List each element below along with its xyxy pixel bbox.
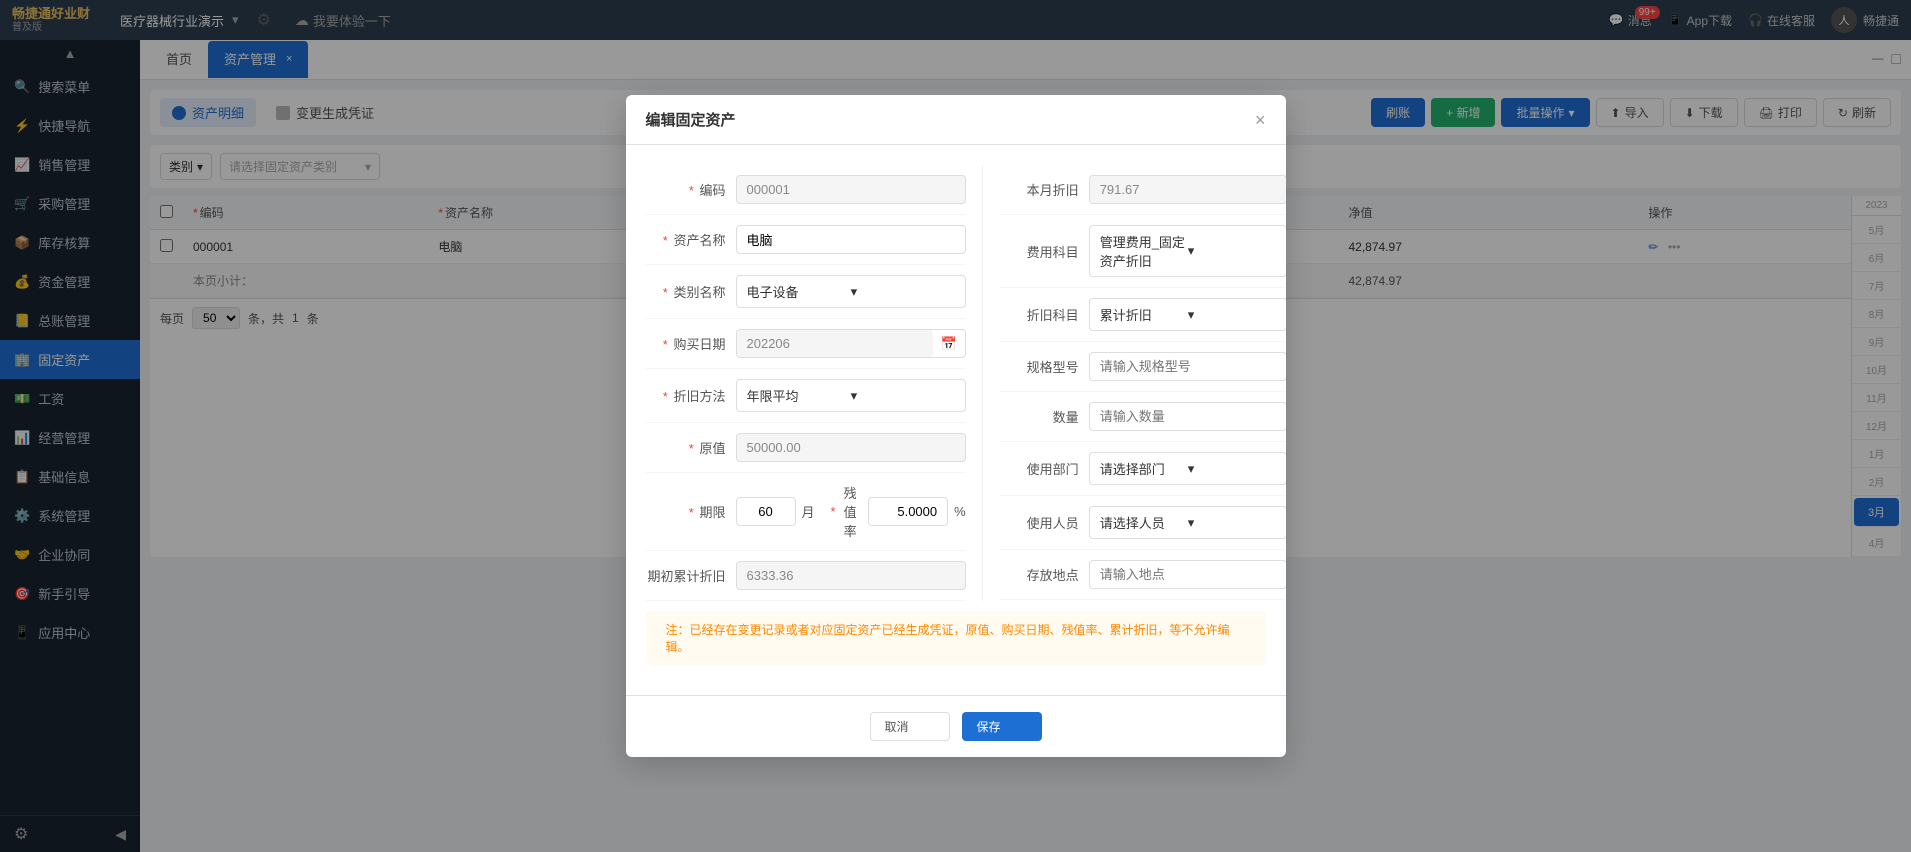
initial-accum-dep-label: 期初累计折旧: [646, 566, 736, 585]
department-label: 使用部门: [999, 459, 1089, 478]
quantity-input[interactable]: [1089, 402, 1286, 431]
asset-name-input[interactable]: [736, 225, 966, 254]
expense-subject-label: 费用科目: [999, 242, 1089, 261]
quantity-label: 数量: [999, 407, 1089, 426]
dep-subject-dropdown-icon: ▾: [1188, 307, 1276, 323]
residual-rate-unit: %: [954, 504, 966, 519]
depreciation-method-label: * 折旧方法: [646, 386, 736, 405]
purchase-date-label: * 购买日期: [646, 334, 736, 353]
initial-accum-dep-input[interactable]: [736, 561, 966, 590]
dep-subject-label: 折旧科目: [999, 305, 1089, 324]
department-select[interactable]: 请选择部门 ▾: [1089, 452, 1286, 485]
category-dropdown-icon: ▾: [851, 284, 955, 300]
expense-subject-dropdown-icon: ▾: [1188, 243, 1276, 259]
form-row-original-value: * 原值: [646, 423, 966, 473]
form-row-location: 存放地点: [999, 550, 1286, 600]
form-row-dep-subject: 折旧科目 累计折旧 ▾: [999, 288, 1286, 342]
form-row-current-dep: 本月折旧: [999, 165, 1286, 215]
period-row: 月 * 残值率 %: [736, 483, 966, 540]
modal-footer: 取消 保存: [626, 695, 1286, 757]
modal-title: 编辑固定资产: [646, 109, 736, 130]
form-row-expense-subject: 费用科目 管理费用_固定资产折旧 ▾: [999, 215, 1286, 288]
form-row-quantity: 数量: [999, 392, 1286, 442]
form-row-asset-name: * 资产名称: [646, 215, 966, 265]
cancel-btn[interactable]: 取消: [870, 712, 950, 741]
form-row-period: * 期限 月 * 残值率 %: [646, 473, 966, 551]
form-row-department: 使用部门 请选择部门 ▾: [999, 442, 1286, 496]
category-select[interactable]: 电子设备 ▾: [736, 275, 966, 308]
location-label: 存放地点: [999, 565, 1089, 584]
department-dropdown-icon: ▾: [1188, 461, 1276, 477]
spec-input[interactable]: [1089, 352, 1286, 381]
form-row-depreciation-method: * 折旧方法 年限平均 ▾: [646, 369, 966, 423]
location-input[interactable]: [1089, 560, 1286, 589]
expense-subject-select[interactable]: 管理费用_固定资产折旧 ▾: [1089, 225, 1286, 277]
form-row-initial-accum-dep: 期初累计折旧: [646, 551, 966, 601]
period-unit: 月: [802, 502, 815, 521]
code-input[interactable]: [736, 175, 966, 204]
calendar-icon[interactable]: 📅: [933, 332, 965, 356]
modal-close-btn[interactable]: ×: [1255, 111, 1266, 129]
depreciation-method-dropdown-icon: ▾: [851, 388, 955, 404]
residual-rate-label: 残值率: [844, 483, 863, 540]
person-dropdown-icon: ▾: [1188, 515, 1276, 531]
form-row-code: * 编码: [646, 165, 966, 215]
period-label: * 期限: [646, 502, 736, 521]
period-input[interactable]: [736, 497, 796, 526]
save-btn[interactable]: 保存: [962, 712, 1042, 741]
modal-header: 编辑固定资产 ×: [626, 95, 1286, 145]
form-row-purchase-date: * 购买日期 📅: [646, 319, 966, 369]
edit-asset-modal: 编辑固定资产 × * 编码: [626, 95, 1286, 757]
form-grid: * 编码 * 资产名称: [646, 165, 1266, 601]
asset-name-label: * 资产名称: [646, 230, 736, 249]
form-right-col: 本月折旧 费用科目 管理费用_固定资产折旧 ▾: [983, 165, 1286, 601]
modal-overlay: 编辑固定资产 × * 编码: [0, 0, 1911, 852]
purchase-date-wrapper: 📅: [736, 329, 966, 358]
code-label: * 编码: [646, 180, 736, 199]
spec-label: 规格型号: [999, 357, 1089, 376]
original-value-input[interactable]: [736, 433, 966, 462]
current-dep-label: 本月折旧: [999, 180, 1089, 199]
dep-subject-select[interactable]: 累计折旧 ▾: [1089, 298, 1286, 331]
person-select[interactable]: 请选择人员 ▾: [1089, 506, 1286, 539]
modal-body: * 编码 * 资产名称: [626, 145, 1286, 695]
form-row-person: 使用人员 请选择人员 ▾: [999, 496, 1286, 550]
depreciation-method-select[interactable]: 年限平均 ▾: [736, 379, 966, 412]
purchase-date-input[interactable]: [737, 330, 933, 357]
form-row-category: * 类别名称 电子设备 ▾: [646, 265, 966, 319]
form-left-col: * 编码 * 资产名称: [646, 165, 983, 601]
category-label: * 类别名称: [646, 282, 736, 301]
form-row-spec: 规格型号: [999, 342, 1286, 392]
person-label: 使用人员: [999, 513, 1089, 532]
original-value-label: * 原值: [646, 438, 736, 457]
residual-rate-input[interactable]: [868, 497, 948, 526]
form-note: 注：已经存在变更记录或者对应固定资产已经生成凭证，原值、购买日期、残值率、累计折…: [646, 611, 1266, 665]
current-dep-input: [1089, 175, 1286, 204]
